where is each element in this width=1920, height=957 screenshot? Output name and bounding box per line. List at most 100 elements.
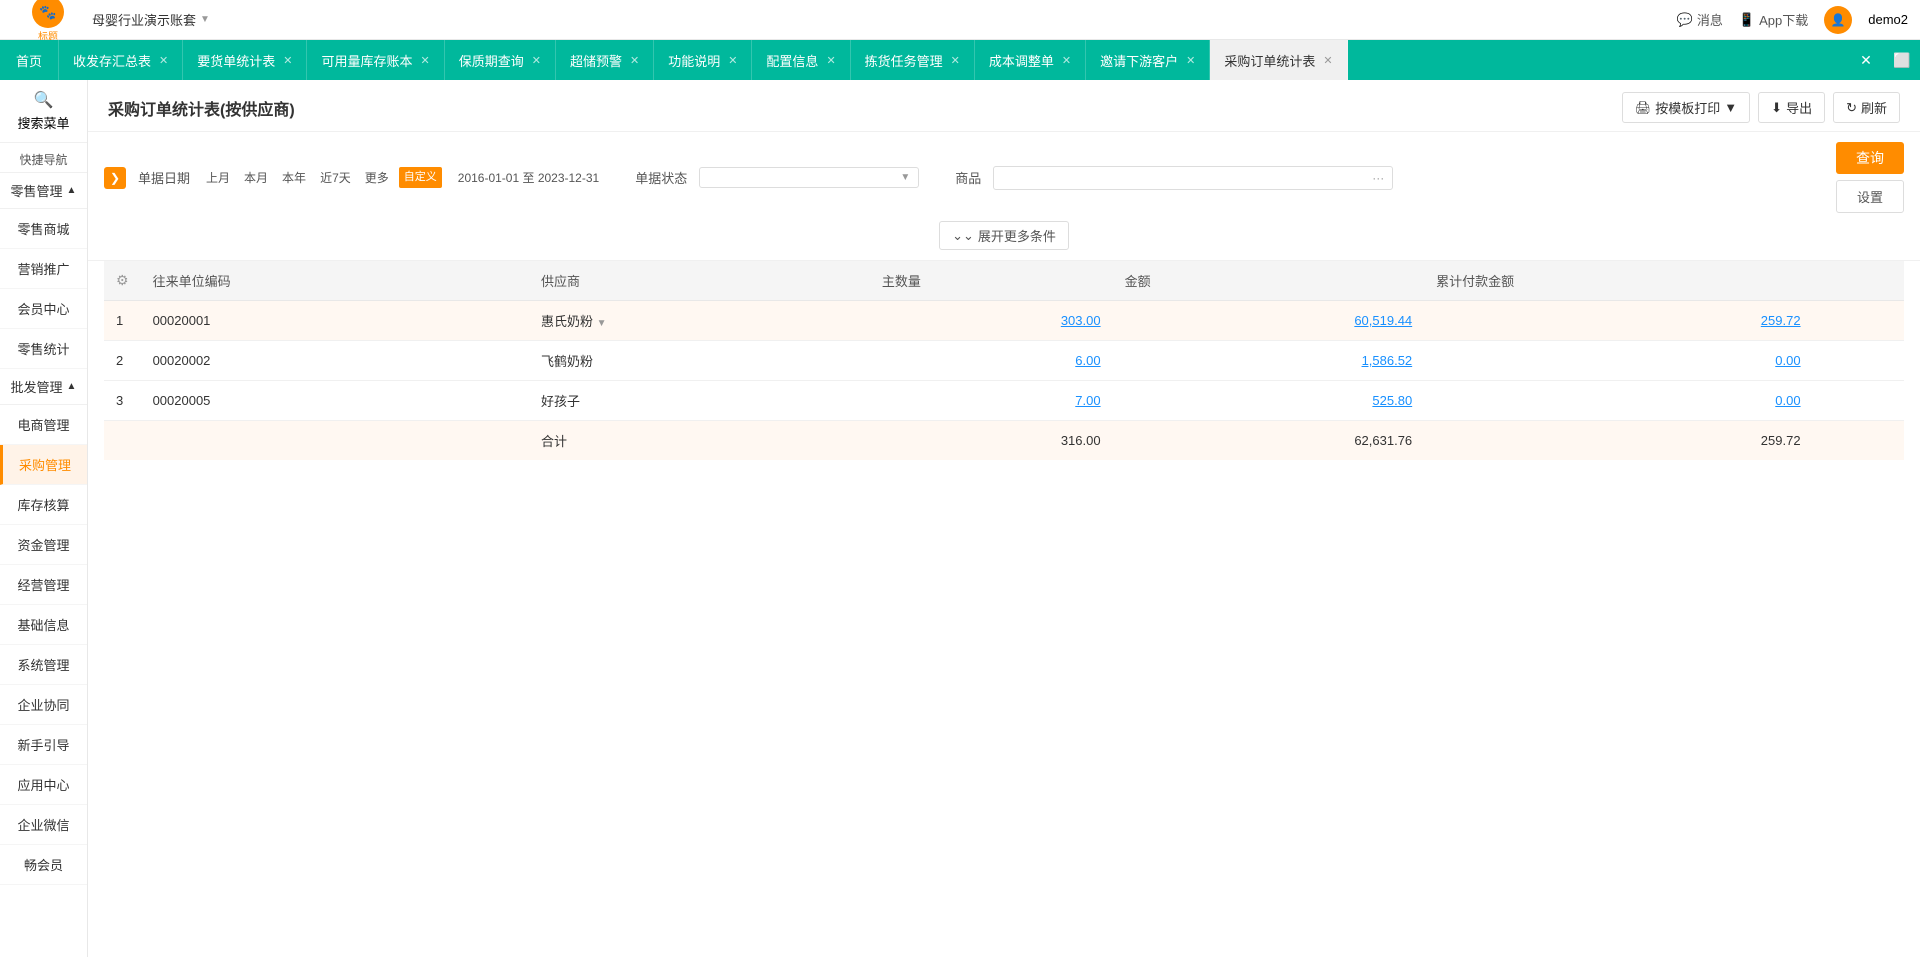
date-btn-7days[interactable]: 近7天 (316, 167, 355, 188)
sidebar-item-finance[interactable]: 资金管理 (0, 525, 87, 565)
tab-yaohuo[interactable]: 要货单统计表 ✕ (183, 40, 307, 80)
export-label: 导出 (1786, 98, 1812, 117)
row3-paid-link[interactable]: 0.00 (1775, 393, 1800, 408)
status-select[interactable]: ▼ (699, 167, 919, 188)
tab-maximize-btn[interactable]: ⬜ (1884, 40, 1920, 80)
sidebar-item-app-center[interactable]: 应用中心 (0, 765, 87, 805)
table-footer-row: 合计 316.00 62,631.76 259.72 (104, 421, 1904, 461)
print-btn[interactable]: 🖨 按模板打印 ▼ (1622, 92, 1750, 123)
sidebar-item-retail-shop-label: 零售商城 (17, 219, 69, 238)
sidebar-item-purchase-label: 采购管理 (19, 455, 71, 474)
sidebar-item-ecommerce[interactable]: 电商管理 (0, 405, 87, 445)
goods-input[interactable]: ··· (993, 166, 1393, 190)
sidebar-item-marketing[interactable]: 营销推广 (0, 249, 87, 289)
top-bar-right: 💬 消息 📱 App下载 👤 demo2 (1677, 6, 1908, 34)
filter-actions: 查询 设置 (1836, 142, 1904, 213)
sidebar-item-inventory[interactable]: 库存核算 (0, 485, 87, 525)
refresh-btn[interactable]: ↻ 刷新 (1833, 92, 1900, 123)
tab-baozhi[interactable]: 保质期查询 ✕ (445, 40, 556, 80)
tab-keyongliang[interactable]: 可用量库存账本 ✕ (307, 40, 444, 80)
status-select-arrow-icon: ▼ (900, 172, 910, 183)
date-btn-this-month[interactable]: 本月 (240, 167, 272, 188)
sidebar-item-basic-info[interactable]: 基础信息 (0, 605, 87, 645)
sidebar-item-operations[interactable]: 经营管理 (0, 565, 87, 605)
search-menu-btn[interactable]: 🔍 搜索菜单 (8, 90, 79, 132)
sidebar-item-enterprise[interactable]: 企业协同 (0, 685, 87, 725)
tab-yaoqing-close-icon[interactable]: ✕ (1186, 54, 1195, 67)
sidebar-quicknav-btn[interactable]: 快捷导航 (0, 143, 87, 173)
row2-quantity-link[interactable]: 6.00 (1075, 353, 1100, 368)
row1-quantity-link[interactable]: 303.00 (1061, 313, 1101, 328)
export-btn[interactable]: ⬇ 导出 (1758, 92, 1825, 123)
tab-gongneng-close-icon[interactable]: ✕ (728, 54, 737, 67)
col-code: 往来单位编码 (141, 261, 529, 301)
table-row: 3 00020005 好孩子 7.00 525.80 0.00 (104, 381, 1904, 421)
date-btn-last-month[interactable]: 上月 (202, 167, 234, 188)
row1-amount-link[interactable]: 60,519.44 (1354, 313, 1412, 328)
sidebar-item-vip[interactable]: 畅会员 (0, 845, 87, 885)
user-avatar[interactable]: 👤 (1824, 6, 1852, 34)
account-selector[interactable]: 母婴行业演示账套 ▼ (92, 10, 210, 29)
sidebar-item-wholesale[interactable]: 批发管理 ▲ (0, 369, 87, 405)
tab-home[interactable]: 首页 (0, 40, 59, 80)
account-arrow-icon: ▼ (200, 14, 210, 25)
tab-close-all-btn[interactable]: ✕ (1848, 40, 1884, 80)
tab-peizhi[interactable]: 配置信息 ✕ (752, 40, 850, 80)
row3-amount-link[interactable]: 525.80 (1372, 393, 1412, 408)
tab-yaohuo-close-icon[interactable]: ✕ (283, 54, 292, 67)
sidebar-item-system[interactable]: 系统管理 (0, 645, 87, 685)
date-range-display: 2016-01-01 至 2023-12-31 (458, 169, 599, 186)
tab-jian-close-icon[interactable]: ✕ (951, 54, 960, 67)
filter-settings-btn[interactable]: 设置 (1836, 180, 1904, 213)
date-btn-more[interactable]: 更多 (361, 167, 393, 188)
tab-yaoqing[interactable]: 邀请下游客户 ✕ (1086, 40, 1210, 80)
filter-toggle-btn[interactable]: ❯ (104, 167, 126, 189)
app-download-btn[interactable]: 📱 App下载 (1739, 10, 1808, 29)
row3-quantity-link[interactable]: 7.00 (1075, 393, 1100, 408)
tab-caigou[interactable]: 采购订单统计表 ✕ (1210, 40, 1347, 80)
table-settings-icon[interactable]: ⚙ (116, 272, 129, 288)
tab-caigou-close-icon[interactable]: ✕ (1323, 54, 1332, 67)
row2-paid-link[interactable]: 0.00 (1775, 353, 1800, 368)
refresh-label: 刷新 (1861, 98, 1887, 117)
sidebar-item-retail-stat[interactable]: 零售统计 (0, 329, 87, 369)
tab-shoufacun[interactable]: 收发存汇总表 ✕ (59, 40, 183, 80)
tab-jian-label: 拣货任务管理 (865, 51, 943, 70)
tab-jian[interactable]: 拣货任务管理 ✕ (851, 40, 975, 80)
expand-more-btn[interactable]: ⌄⌄ 展开更多条件 (939, 221, 1069, 250)
tab-chengben[interactable]: 成本调整单 ✕ (975, 40, 1086, 80)
tab-chaochuyu-close-icon[interactable]: ✕ (630, 54, 639, 67)
tab-chaochuyu[interactable]: 超储预警 ✕ (556, 40, 654, 80)
message-btn[interactable]: 💬 消息 (1677, 10, 1723, 29)
row2-code: 00020002 (141, 341, 529, 381)
sidebar-item-member[interactable]: 会员中心 (0, 289, 87, 329)
tab-shoufacun-close-icon[interactable]: ✕ (159, 54, 168, 67)
sidebar-item-retail-manage[interactable]: 零售管理 ▲ (0, 173, 87, 209)
top-bar: 🐾 标题 母婴行业演示账套 ▼ 💬 消息 📱 App下载 👤 demo2 (0, 0, 1920, 40)
tab-baozhi-close-icon[interactable]: ✕ (532, 54, 541, 67)
query-btn[interactable]: 查询 (1836, 142, 1904, 174)
row3-supplier: 好孩子 (529, 381, 870, 421)
page-title: 采购订单统计表(按供应商) (108, 96, 295, 120)
tab-chengben-close-icon[interactable]: ✕ (1062, 54, 1071, 67)
sidebar-item-newbie[interactable]: 新手引导 (0, 725, 87, 765)
row2-amount-link[interactable]: 1,586.52 (1362, 353, 1413, 368)
sidebar-search-section[interactable]: 🔍 搜索菜单 (0, 80, 87, 143)
sidebar-item-retail-shop[interactable]: 零售商城 (0, 209, 87, 249)
sidebar-item-purchase[interactable]: 采购管理 (0, 445, 87, 485)
row1-paid-link[interactable]: 259.72 (1761, 313, 1801, 328)
table-header-row: ⚙ 往来单位编码 供应商 主数量 金额 累计付款金额 (104, 261, 1904, 301)
date-btn-this-year[interactable]: 本年 (278, 167, 310, 188)
sidebar: 🔍 搜索菜单 快捷导航 零售管理 ▲ 零售商城 营销推广 会员中心 零售统计 (0, 80, 88, 957)
data-table: ⚙ 往来单位编码 供应商 主数量 金额 累计付款金额 (104, 261, 1904, 460)
sidebar-item-finance-label: 资金管理 (17, 535, 69, 554)
tab-gongneng[interactable]: 功能说明 ✕ (654, 40, 752, 80)
user-name[interactable]: demo2 (1868, 12, 1908, 27)
row3-code: 00020005 (141, 381, 529, 421)
tab-keyongliang-close-icon[interactable]: ✕ (421, 54, 430, 67)
tab-peizhi-close-icon[interactable]: ✕ (826, 54, 835, 67)
sidebar-item-newbie-label: 新手引导 (17, 735, 69, 754)
goods-input-more-icon[interactable]: ··· (1372, 171, 1384, 185)
sidebar-item-wechat[interactable]: 企业微信 (0, 805, 87, 845)
table-body: 1 00020001 惠氏奶粉 ▼ 303.00 60,519.44 259.7… (104, 301, 1904, 421)
